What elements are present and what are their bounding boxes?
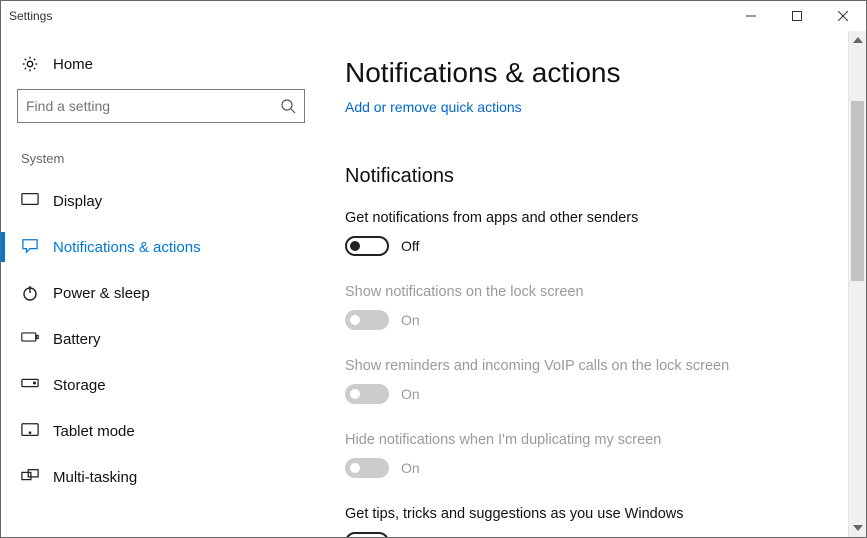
- setting-label: Show reminders and incoming VoIP calls o…: [345, 358, 824, 374]
- setting-label: Hide notifications when I'm duplicating …: [345, 432, 824, 448]
- toggle-lockscreen-notifications: [345, 310, 389, 330]
- scrollbar[interactable]: [848, 31, 866, 537]
- toggle-state: On: [401, 460, 420, 476]
- setting-label: Get notifications from apps and other se…: [345, 210, 824, 226]
- setting-label: Show notifications on the lock screen: [345, 284, 824, 300]
- home-label: Home: [53, 56, 93, 73]
- sidebar-item-battery[interactable]: Battery: [17, 316, 305, 362]
- battery-icon: [21, 330, 39, 348]
- setting-voip-lockscreen: Show reminders and incoming VoIP calls o…: [345, 358, 824, 404]
- titlebar: Settings: [1, 1, 866, 31]
- search-box[interactable]: [17, 89, 305, 123]
- setting-hide-duplicating: Hide notifications when I'm duplicating …: [345, 432, 824, 478]
- search-input[interactable]: [26, 98, 280, 114]
- toggle-state: On: [401, 386, 420, 402]
- sidebar-item-tablet[interactable]: Tablet mode: [17, 408, 305, 454]
- sidebar-item-label: Tablet mode: [53, 423, 135, 440]
- multitasking-icon: [21, 468, 39, 486]
- sidebar-item-storage[interactable]: Storage: [17, 362, 305, 408]
- sidebar-item-label: Storage: [53, 377, 106, 394]
- maximize-button[interactable]: [774, 1, 820, 31]
- quick-actions-link[interactable]: Add or remove quick actions: [345, 99, 522, 115]
- page-title: Notifications & actions: [345, 57, 824, 89]
- sidebar-item-label: Multi-tasking: [53, 469, 137, 486]
- settings-window: Settings Home System: [0, 0, 867, 538]
- toggle-get-notifications[interactable]: [345, 236, 389, 256]
- setting-label: Get tips, tricks and suggestions as you …: [345, 506, 824, 522]
- toggle-state: Off: [401, 238, 419, 254]
- tablet-icon: [21, 422, 39, 440]
- power-icon: [21, 284, 39, 302]
- sidebar-item-notifications[interactable]: Notifications & actions: [17, 224, 305, 270]
- sidebar-item-label: Display: [53, 193, 102, 210]
- sidebar-item-display[interactable]: Display: [17, 178, 305, 224]
- sidebar-nav: Display Notifications & actions Power & …: [17, 178, 305, 500]
- content-wrap: Notifications & actions Add or remove qu…: [321, 31, 866, 537]
- sidebar: Home System Display Notifications & acti…: [1, 31, 321, 537]
- sidebar-item-multitasking[interactable]: Multi-tasking: [17, 454, 305, 500]
- scroll-down-icon[interactable]: [849, 519, 866, 537]
- setting-lockscreen-notifications: Show notifications on the lock screen On: [345, 284, 824, 330]
- close-button[interactable]: [820, 1, 866, 31]
- scroll-thumb[interactable]: [851, 101, 864, 281]
- storage-icon: [21, 376, 39, 394]
- body: Home System Display Notifications & acti…: [1, 31, 866, 537]
- search-icon: [280, 98, 296, 114]
- toggle-tips[interactable]: [345, 532, 389, 537]
- window-title: Settings: [9, 9, 52, 23]
- toggle-state: On: [401, 312, 420, 328]
- setting-tips: Get tips, tricks and suggestions as you …: [345, 506, 824, 537]
- notifications-icon: [21, 238, 39, 256]
- home-nav[interactable]: Home: [17, 49, 305, 89]
- sidebar-item-label: Power & sleep: [53, 285, 150, 302]
- section-title: Notifications: [345, 165, 824, 188]
- sidebar-item-label: Battery: [53, 331, 101, 348]
- gear-icon: [21, 55, 39, 73]
- content: Notifications & actions Add or remove qu…: [321, 31, 848, 537]
- minimize-button[interactable]: [728, 1, 774, 31]
- toggle-hide-duplicating: [345, 458, 389, 478]
- sidebar-item-label: Notifications & actions: [53, 239, 201, 256]
- toggle-state: Off: [401, 534, 419, 537]
- setting-get-notifications: Get notifications from apps and other se…: [345, 210, 824, 256]
- sidebar-item-power[interactable]: Power & sleep: [17, 270, 305, 316]
- toggle-voip-lockscreen: [345, 384, 389, 404]
- sidebar-group-label: System: [21, 151, 305, 166]
- display-icon: [21, 192, 39, 210]
- scroll-up-icon[interactable]: [849, 31, 866, 49]
